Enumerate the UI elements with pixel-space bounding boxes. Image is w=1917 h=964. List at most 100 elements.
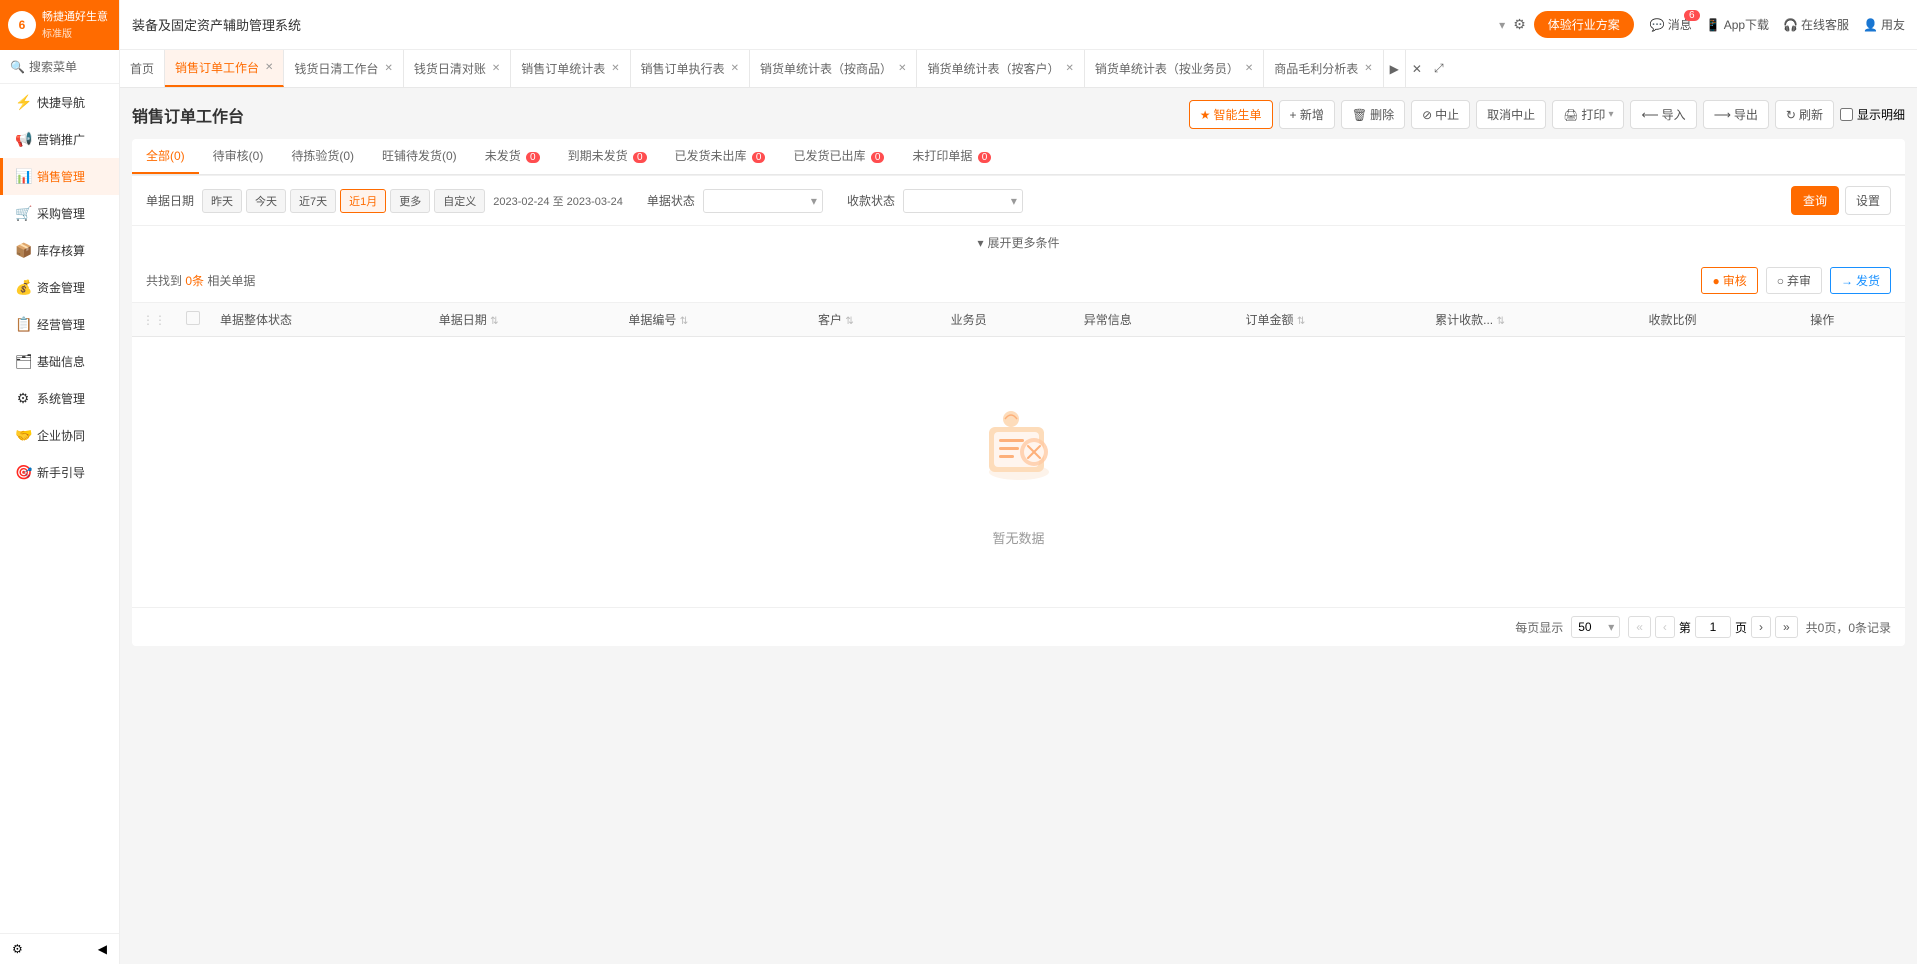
th-customer[interactable]: 客户 ⇅ (808, 303, 941, 337)
audit-button[interactable]: ● 审核 (1701, 267, 1757, 294)
anti-audit-button[interactable]: ○ 弃审 (1766, 267, 1822, 294)
date-btn-yesterday[interactable]: 昨天 (202, 189, 242, 213)
import-button[interactable]: ⟵ 导入 (1630, 100, 1696, 129)
tab-sales-summary-staff[interactable]: 销货单统计表（按业务员） ✕ (1085, 50, 1264, 87)
tab-sales-summary-product-close[interactable]: ✕ (898, 63, 906, 74)
sub-tab-not-printed[interactable]: 未打印单据 0 (898, 139, 1005, 174)
count-suffix: 相关单据 (207, 274, 255, 288)
customer-sort-icon[interactable]: ⇅ (845, 316, 853, 327)
tab-bar-maximize[interactable]: ⤢ (1428, 50, 1450, 87)
tab-sales-workbench-close[interactable]: ✕ (265, 62, 273, 73)
page-input[interactable] (1695, 616, 1731, 638)
stop-button[interactable]: ⊘ 中止 (1411, 100, 1470, 129)
sidebar-item-sales[interactable]: 📊 销售管理 (0, 158, 119, 195)
tab-sales-summary-customer[interactable]: 销货单统计表（按客户） ✕ (917, 50, 1084, 87)
status-select[interactable] (703, 189, 823, 213)
user-item[interactable]: 👤 用友 (1863, 16, 1905, 33)
tab-home[interactable]: 首页 (120, 50, 165, 87)
number-sort-icon[interactable]: ⇅ (680, 316, 688, 327)
settings-button[interactable]: 设置 (1845, 186, 1891, 215)
collect-select[interactable] (903, 189, 1023, 213)
collected-sort-icon[interactable]: ⇅ (1497, 316, 1505, 327)
show-detail-checkbox-wrapper[interactable]: 显示明细 (1840, 106, 1905, 123)
sidebar-item-marketing[interactable]: 📢 营销推广 (0, 121, 119, 158)
sidebar-item-finance[interactable]: 💰 资金管理 (0, 269, 119, 306)
sidebar-search[interactable]: 🔍 搜索菜单 (0, 50, 119, 84)
tab-sales-workbench[interactable]: 销售订单工作台 ✕ (165, 50, 284, 87)
tab-bar-close-all[interactable]: ✕ (1406, 50, 1428, 87)
topbar-gear-icon[interactable]: ⚙ (1513, 16, 1526, 33)
tab-sales-stats[interactable]: 销售订单统计表 ✕ (511, 50, 630, 87)
tab-sales-stats-close[interactable]: ✕ (611, 63, 619, 74)
sidebar-item-inventory[interactable]: 📦 库存核算 (0, 232, 119, 269)
tab-sales-summary-product[interactable]: 销货单统计表（按商品） ✕ (750, 50, 917, 87)
print-button[interactable]: 🖨 打印 ▾ (1552, 100, 1624, 129)
date-sort-icon[interactable]: ⇅ (490, 316, 498, 327)
tab-sales-summary-staff-close[interactable]: ✕ (1245, 63, 1253, 74)
export-button[interactable]: ⟶ 导出 (1703, 100, 1769, 129)
select-all-checkbox[interactable] (186, 311, 200, 325)
sidebar-item-system[interactable]: ⚙ 系统管理 (0, 380, 119, 417)
online-service-item[interactable]: 🎧 在线客服 (1783, 16, 1849, 33)
delete-button[interactable]: 🗑 删除 (1341, 100, 1405, 129)
settings-icon[interactable]: ⚙ (12, 942, 23, 956)
last-page-button[interactable]: » (1775, 616, 1798, 638)
th-date[interactable]: 单据日期 ⇅ (429, 303, 619, 337)
th-number[interactable]: 单据编号 ⇅ (618, 303, 808, 337)
sub-tab-not-shipped[interactable]: 未发货 0 (471, 139, 554, 174)
prev-page-button[interactable]: ‹ (1655, 616, 1675, 638)
sidebar-item-enterprise[interactable]: 🤝 企业协同 (0, 417, 119, 454)
sidebar-item-guide[interactable]: 🎯 新手引导 (0, 454, 119, 491)
tab-cash-daily[interactable]: 钱货日清工作台 ✕ (284, 50, 403, 87)
query-button[interactable]: 查询 (1791, 186, 1839, 215)
collapse-icon[interactable]: ◀ (98, 942, 107, 956)
tab-sales-exec-close[interactable]: ✕ (731, 63, 739, 74)
sub-tab-all[interactable]: 全部(0) (132, 139, 199, 174)
tab-margin-analysis[interactable]: 商品毛利分析表 ✕ (1264, 50, 1383, 87)
tab-cash-reconcile-close[interactable]: ✕ (492, 63, 500, 74)
cancel-stop-button[interactable]: 取消中止 (1476, 100, 1546, 129)
date-btn-1month[interactable]: 近1月 (340, 189, 386, 213)
sidebar-item-quick-nav[interactable]: ⚡ 快捷导航 (0, 84, 119, 121)
app-download-item[interactable]: 📱 App下载 (1706, 16, 1769, 33)
date-btn-7days[interactable]: 近7天 (290, 189, 336, 213)
first-page-button[interactable]: « (1628, 616, 1651, 638)
tab-sales-summary-product-label: 销货单统计表（按商品） (760, 60, 892, 77)
tab-sales-exec[interactable]: 销售订单执行表 ✕ (631, 50, 750, 87)
th-check[interactable] (176, 303, 210, 337)
collect-select-wrapper (903, 189, 1023, 213)
sub-tab-expired-not-shipped[interactable]: 到期未发货 0 (554, 139, 661, 174)
per-page-select[interactable]: 20 50 100 (1571, 616, 1620, 638)
tab-margin-analysis-close[interactable]: ✕ (1364, 63, 1372, 74)
sub-tab-wangpu[interactable]: 旺铺待发货(0) (368, 139, 471, 174)
next-page-button[interactable]: › (1751, 616, 1771, 638)
date-btn-custom[interactable]: 自定义 (434, 189, 485, 213)
sidebar-item-base[interactable]: 🗂 基础信息 (0, 343, 119, 380)
tab-cash-reconcile[interactable]: 钱货日清对账 ✕ (404, 50, 511, 87)
sub-tab-pending-check[interactable]: 待拣验货(0) (277, 139, 368, 174)
sidebar-item-purchase[interactable]: 🛒 采购管理 (0, 195, 119, 232)
expand-more-button[interactable]: ▾ 展开更多条件 (977, 234, 1059, 251)
tab-cash-daily-close[interactable]: ✕ (384, 63, 392, 74)
trial-button[interactable]: 体验行业方案 (1534, 11, 1634, 38)
brand-sub: 标准版 (42, 25, 108, 40)
th-collected[interactable]: 累计收款... ⇅ (1425, 303, 1638, 337)
sub-tab-shipped-not-out[interactable]: 已发货未出库 0 (661, 139, 780, 174)
date-btn-today[interactable]: 今天 (246, 189, 286, 213)
ship-button[interactable]: → 发货 (1830, 267, 1891, 294)
expand-more-label: 展开更多条件 (988, 234, 1060, 251)
add-button[interactable]: + 新增 (1279, 100, 1335, 129)
message-item[interactable]: 💬 6 消息 (1650, 16, 1692, 33)
topbar-dropdown-icon[interactable]: ▾ (1499, 18, 1505, 32)
tab-arrow-more[interactable]: ▶ (1384, 50, 1406, 87)
refresh-button[interactable]: ↻ 刷新 (1775, 100, 1834, 129)
smart-generate-button[interactable]: ★ 智能生单 (1189, 100, 1273, 129)
th-amount[interactable]: 订单金额 ⇅ (1236, 303, 1426, 337)
date-btn-more[interactable]: 更多 (390, 189, 430, 213)
amount-sort-icon[interactable]: ⇅ (1297, 316, 1305, 327)
tab-sales-summary-customer-close[interactable]: ✕ (1065, 63, 1073, 74)
show-detail-checkbox[interactable] (1840, 108, 1853, 121)
sub-tab-pending-review[interactable]: 待审核(0) (199, 139, 278, 174)
sidebar-item-operations[interactable]: 📋 经营管理 (0, 306, 119, 343)
sub-tab-shipped-out[interactable]: 已发货已出库 0 (779, 139, 898, 174)
